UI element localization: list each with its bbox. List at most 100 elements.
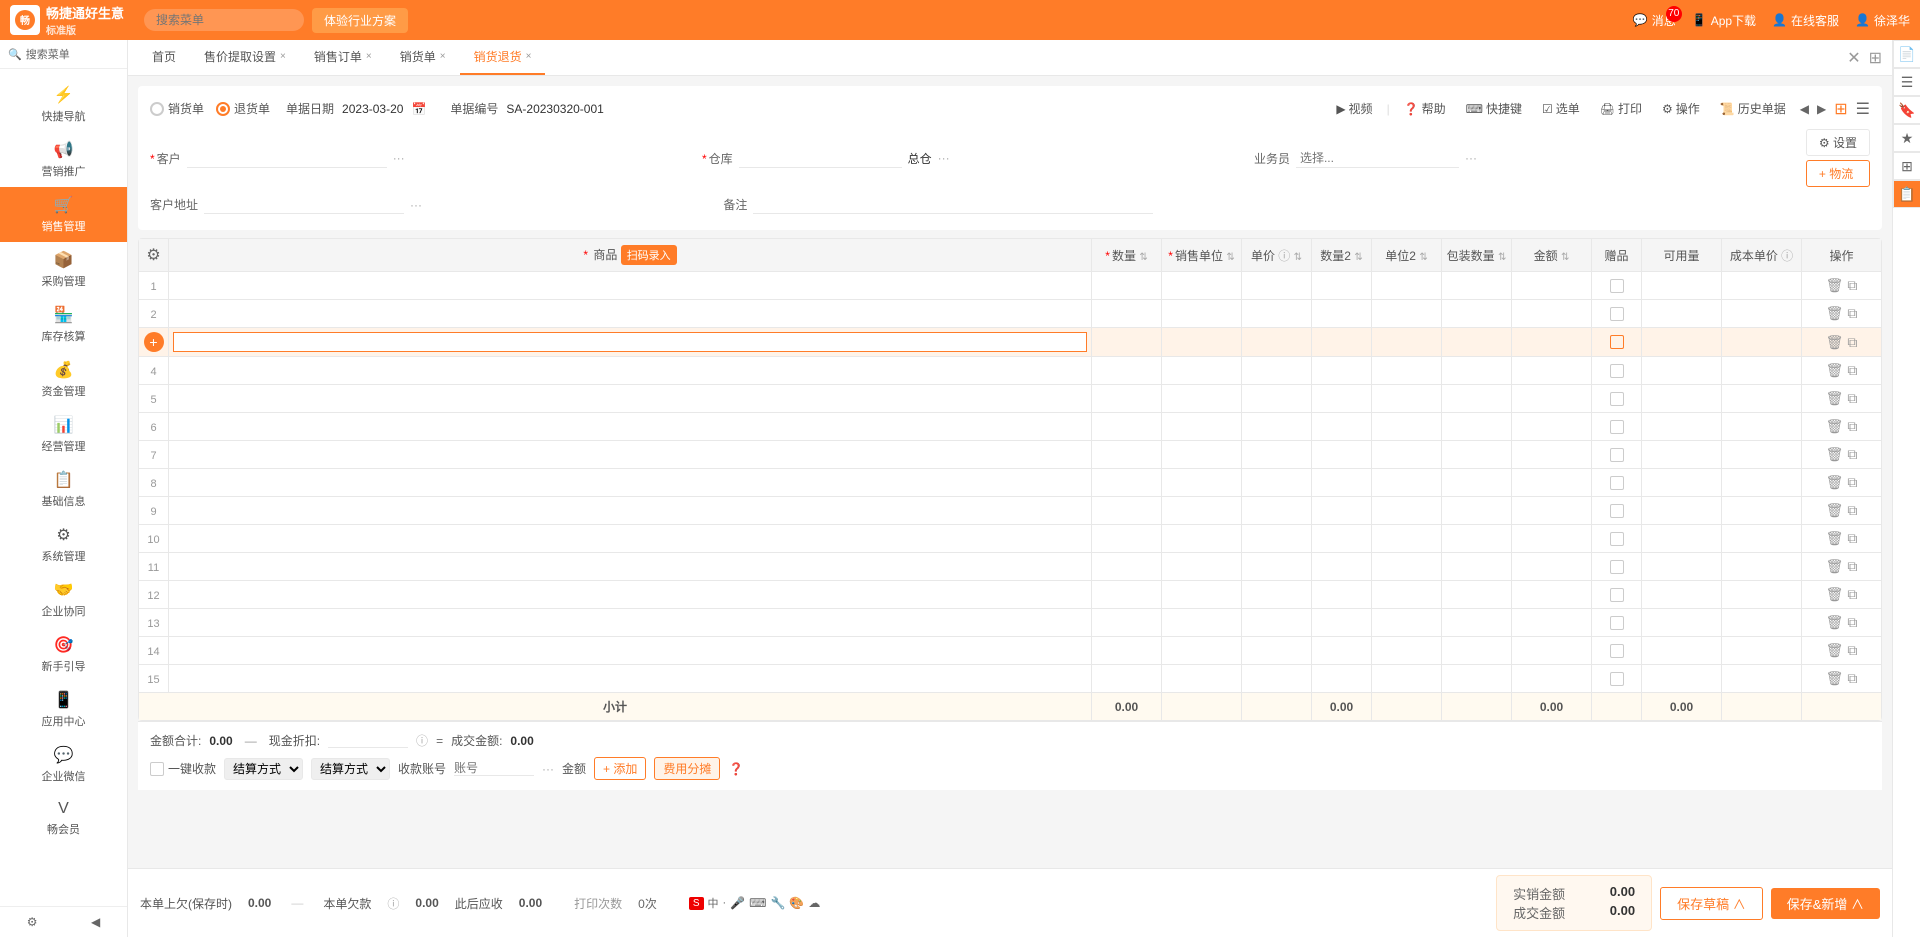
copy-row-11[interactable]: ⧉ [1847,558,1857,575]
add-logistics-btn[interactable]: + 物流 [1806,160,1870,187]
price-cell-2[interactable] [1242,300,1312,328]
tab-sales-order-close[interactable]: × [366,51,372,62]
settlement-method-select[interactable]: 结算方式 [311,758,390,780]
qty-cell-2[interactable] [1092,300,1162,328]
delete-row-15[interactable]: 🗑 [1826,670,1844,687]
delete-row-12[interactable]: 🗑 [1826,586,1844,603]
calendar-icon[interactable]: 📅 [411,102,426,116]
list-view-icon[interactable]: ☰ [1856,99,1870,119]
toolbar-operations[interactable]: ⚙ 操作 [1656,98,1706,119]
credit-info-icon[interactable]: ⓘ [387,895,399,912]
tab-sales-delivery[interactable]: 销货单 × [386,40,460,75]
toolbar-select[interactable]: ☑ 选单 [1536,98,1586,119]
fee-help-icon[interactable]: ❓ [728,762,743,776]
product-cell-3[interactable] [169,328,1092,357]
tab-price-settings-close[interactable]: × [280,51,286,62]
copy-row-5[interactable]: ⧉ [1847,390,1857,407]
salesperson-dots[interactable]: ··· [1465,151,1477,165]
gift-cell-1[interactable] [1592,272,1642,300]
copy-row-3[interactable]: ⧉ [1847,334,1857,351]
packqty-sort-icon[interactable]: ⇅ [1498,252,1506,263]
copy-row-10[interactable]: ⧉ [1847,530,1857,547]
form-settings-btn[interactable]: ⚙ 设置 [1806,129,1870,156]
radio-sales-return[interactable]: 退货单 [216,100,270,117]
right-action-star[interactable]: ★ [1893,124,1920,152]
unit2-sort-icon[interactable]: ⇅ [1419,252,1427,263]
qty-cell-3[interactable] [1092,328,1162,357]
save-new-btn[interactable]: 保存&新增 ∧ [1771,888,1880,919]
unit-sort-icon[interactable]: ⇅ [1226,252,1234,263]
toolbar-print[interactable]: 🖨 打印 [1594,98,1648,119]
unit-cell-3[interactable] [1162,328,1242,357]
delete-row-13[interactable]: 🗑 [1826,614,1844,631]
toolbar-history[interactable]: 📜 历史单据 [1714,98,1792,119]
customer-input[interactable] [187,149,387,168]
delete-row-8[interactable]: 🗑 [1826,474,1844,491]
customer-dots[interactable]: ··· [393,151,405,165]
expand-icon[interactable]: ⊞ [1869,48,1882,68]
sidebar-item-guide[interactable]: 🎯 新手引导 [0,627,127,682]
ime-mic[interactable]: 🎤 [730,896,745,910]
grid-view-icon[interactable]: ⊞ [1834,99,1847,119]
copy-row-7[interactable]: ⧉ [1847,446,1857,463]
ime-more[interactable]: 🔧 [770,896,785,910]
address-input[interactable] [204,195,404,214]
copy-row-15[interactable]: ⧉ [1847,670,1857,687]
sidebar-item-finance[interactable]: 💰 资金管理 [0,352,127,407]
right-action-bookmark[interactable]: 🔖 [1893,96,1920,124]
amount-sort-icon[interactable]: ⇅ [1561,252,1569,263]
doc-no-value[interactable]: SA-20230320-001 [506,102,603,116]
right-action-form[interactable]: 📄 [1893,40,1920,68]
add-payment-btn[interactable]: + 添加 [594,757,646,780]
delete-row-9[interactable]: 🗑 [1826,502,1844,519]
radio-sales-delivery[interactable]: 销货单 [150,100,204,117]
sidebar-item-sales[interactable]: 🛒 销售管理 [0,187,127,242]
delete-row-1[interactable]: 🗑 [1826,277,1844,294]
sidebar-settings-btn[interactable]: ⚙ [27,915,38,929]
nav-next-icon[interactable]: ▶ [1817,102,1826,116]
sidebar-item-purchase[interactable]: 📦 采购管理 [0,242,127,297]
sidebar-item-wechat[interactable]: 💬 企业微信 [0,737,127,792]
settlement-select[interactable]: 结算方式 [224,758,303,780]
copy-row-2[interactable]: ⧉ [1847,305,1857,322]
qty-cell-1[interactable] [1092,272,1162,300]
sidebar-item-member[interactable]: V 畅会员 [0,792,127,845]
nav-prev-icon[interactable]: ◀ [1800,102,1809,116]
tab-sales-order[interactable]: 销售订单 × [300,40,386,75]
price-sort-icon[interactable]: ⇅ [1294,252,1302,263]
cost-info-icon[interactable]: ⓘ [1781,249,1793,263]
qty2-cell-3[interactable] [1312,328,1372,357]
packqty-cell-1[interactable] [1442,272,1512,300]
scan-btn[interactable]: 扫码录入 [621,245,677,265]
delete-row-14[interactable]: 🗑 [1826,642,1844,659]
sidebar-item-enterprise[interactable]: 🤝 企业协同 [0,572,127,627]
close-all-icon[interactable]: ✕ [1847,48,1860,68]
price-cell-1[interactable] [1242,272,1312,300]
amount-cell-1[interactable] [1512,272,1592,300]
tab-sales-return-close[interactable]: × [526,51,532,62]
delete-row-4[interactable]: 🗑 [1826,362,1844,379]
copy-row-12[interactable]: ⧉ [1847,586,1857,603]
right-action-orange[interactable]: 📋 [1893,180,1920,208]
amount-cell-2[interactable] [1512,300,1592,328]
toolbar-help[interactable]: ❓ 帮助 [1398,98,1452,119]
gift-cell-2[interactable] [1592,300,1642,328]
tab-sales-return[interactable]: 销货退货 × [460,40,546,75]
one-click-payment-checkbox[interactable]: 一键收款 [150,760,216,777]
copy-row-1[interactable]: ⧉ [1847,277,1857,294]
copy-row-9[interactable]: ⧉ [1847,502,1857,519]
remarks-input[interactable] [753,195,1153,214]
ime-english[interactable]: · [723,897,727,909]
copy-row-4[interactable]: ⧉ [1847,362,1857,379]
qty2-sort-icon[interactable]: ⇅ [1354,252,1362,263]
delete-row-7[interactable]: 🗑 [1826,446,1844,463]
fee-split-btn[interactable]: 费用分摊 [654,757,720,780]
online-service-button[interactable]: 👤 在线客服 [1772,12,1839,29]
sidebar-item-operations[interactable]: 📊 经营管理 [0,407,127,462]
tab-home[interactable]: 首页 [138,40,190,75]
delete-row-2[interactable]: 🗑 [1826,305,1844,322]
qty2-cell-2[interactable] [1312,300,1372,328]
packqty-cell-2[interactable] [1442,300,1512,328]
right-action-copy[interactable]: ⊞ [1893,152,1920,180]
price-cell-3[interactable] [1242,328,1312,357]
